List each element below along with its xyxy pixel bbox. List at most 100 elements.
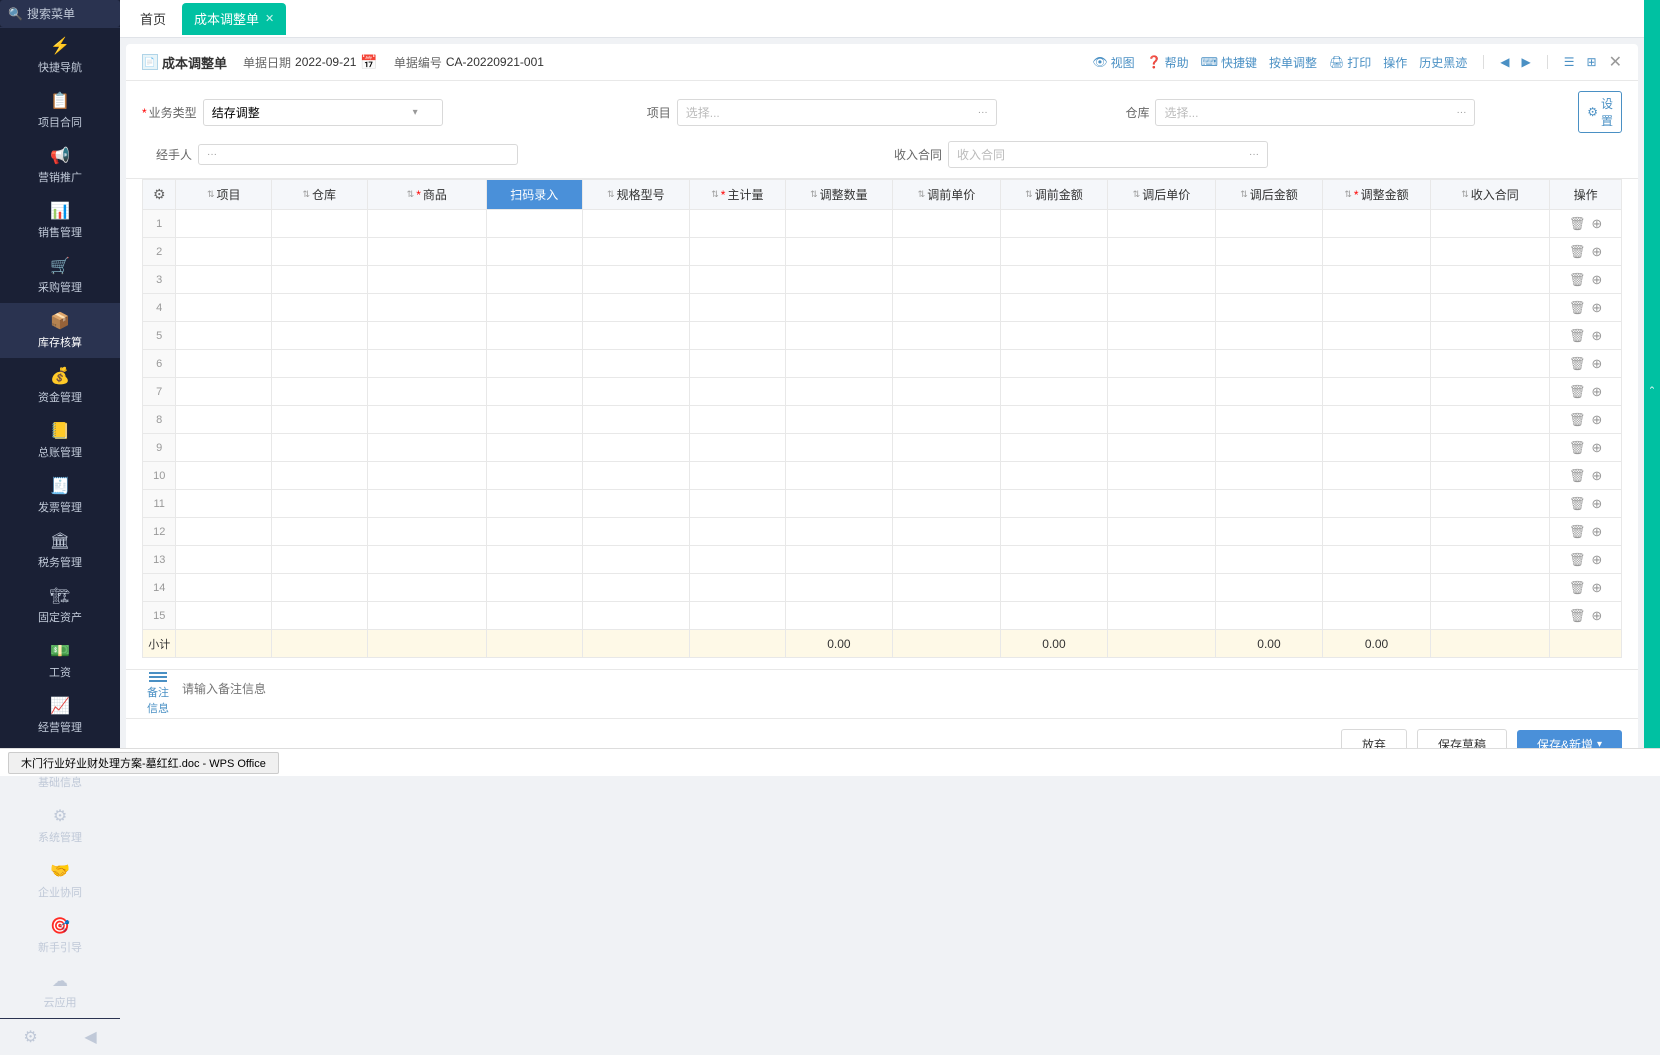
cell-post-unit-price[interactable] — [1108, 602, 1216, 630]
cell-post-amount[interactable] — [1215, 350, 1323, 378]
cell-pre-amount[interactable] — [1000, 574, 1108, 602]
sidebar-item-ledger[interactable]: 📒总账管理 — [0, 413, 120, 468]
taskbar-wps-item[interactable]: 木门行业好业财处理方案-墓红红.doc - WPS Office — [8, 752, 279, 774]
sidebar-item-operations[interactable]: 📈经营管理 — [0, 688, 120, 743]
cell-warehouse[interactable] — [272, 574, 368, 602]
cell-unit[interactable] — [690, 574, 786, 602]
cell-adjust-qty[interactable] — [785, 378, 893, 406]
tab-cost-adjust[interactable]: 成本调整单 ✕ — [182, 3, 286, 35]
cell-spec[interactable] — [582, 378, 690, 406]
cell-income-contract[interactable] — [1430, 462, 1549, 490]
sidebar-item-new-guide[interactable]: 🎯新手引导 — [0, 908, 120, 963]
cell-scan[interactable] — [487, 490, 583, 518]
cell-goods[interactable] — [367, 406, 486, 434]
cell-post-unit-price[interactable] — [1108, 210, 1216, 238]
delete-icon[interactable]: 🗑 — [1569, 552, 1586, 568]
cell-project[interactable] — [176, 378, 272, 406]
cell-post-amount[interactable] — [1215, 378, 1323, 406]
cell-scan[interactable] — [487, 602, 583, 630]
cell-adjust-amount[interactable] — [1323, 574, 1431, 602]
cell-scan[interactable] — [487, 518, 583, 546]
cell-income-contract[interactable] — [1430, 322, 1549, 350]
nav-prev-button[interactable]: ◀ — [1500, 55, 1509, 69]
cell-pre-amount[interactable] — [1000, 490, 1108, 518]
cell-scan[interactable] — [487, 350, 583, 378]
copy-icon[interactable]: ⊕ — [1591, 496, 1602, 512]
cell-post-unit-price[interactable] — [1108, 350, 1216, 378]
nav-next-button[interactable]: ▶ — [1522, 55, 1531, 69]
cell-adjust-qty[interactable] — [785, 294, 893, 322]
cell-project[interactable] — [176, 574, 272, 602]
cell-spec[interactable] — [582, 350, 690, 378]
cell-income-contract[interactable] — [1430, 518, 1549, 546]
income-contract-input[interactable]: 收入合同 ··· — [948, 141, 1268, 168]
copy-icon[interactable]: ⊕ — [1591, 300, 1602, 316]
sidebar-item-finance[interactable]: 💰资金管理 — [0, 358, 120, 413]
cell-post-unit-price[interactable] — [1108, 406, 1216, 434]
cell-spec[interactable] — [582, 266, 690, 294]
sidebar-item-marketing[interactable]: 📢营销推广 — [0, 138, 120, 193]
cell-adjust-qty[interactable] — [785, 602, 893, 630]
copy-icon[interactable]: ⊕ — [1591, 552, 1602, 568]
copy-icon[interactable]: ⊕ — [1591, 608, 1602, 624]
cell-post-unit-price[interactable] — [1108, 546, 1216, 574]
cell-goods[interactable] — [367, 602, 486, 630]
copy-icon[interactable]: ⊕ — [1591, 272, 1602, 288]
cell-pre-amount[interactable] — [1000, 462, 1108, 490]
cell-post-amount[interactable] — [1215, 238, 1323, 266]
cell-unit[interactable] — [690, 406, 786, 434]
view-button[interactable]: 👁 视图 — [1092, 54, 1134, 71]
cell-pre-unit-price[interactable] — [893, 462, 1001, 490]
cell-scan[interactable] — [487, 462, 583, 490]
cell-pre-unit-price[interactable] — [893, 518, 1001, 546]
delete-icon[interactable]: 🗑 — [1569, 384, 1586, 400]
cell-scan[interactable] — [487, 434, 583, 462]
delete-icon[interactable]: 🗑 — [1569, 440, 1586, 456]
notes-input[interactable] — [182, 678, 1622, 700]
sidebar-item-tax[interactable]: 🏛税务管理 — [0, 523, 120, 578]
cell-pre-unit-price[interactable] — [893, 238, 1001, 266]
cell-income-contract[interactable] — [1430, 434, 1549, 462]
copy-icon[interactable]: ⊕ — [1591, 384, 1602, 400]
cell-adjust-qty[interactable] — [785, 266, 893, 294]
cell-project[interactable] — [176, 350, 272, 378]
cell-goods[interactable] — [367, 210, 486, 238]
cell-pre-unit-price[interactable] — [893, 490, 1001, 518]
cell-scan[interactable] — [487, 378, 583, 406]
cell-post-amount[interactable] — [1215, 434, 1323, 462]
cell-goods[interactable] — [367, 266, 486, 294]
cell-income-contract[interactable] — [1430, 350, 1549, 378]
cell-pre-amount[interactable] — [1000, 210, 1108, 238]
cell-warehouse[interactable] — [272, 546, 368, 574]
cell-scan[interactable] — [487, 546, 583, 574]
cell-unit[interactable] — [690, 490, 786, 518]
cell-spec[interactable] — [582, 322, 690, 350]
copy-icon[interactable]: ⊕ — [1591, 580, 1602, 596]
cell-warehouse[interactable] — [272, 490, 368, 518]
print-button[interactable]: 🖨 打印 — [1329, 54, 1371, 71]
cell-pre-amount[interactable] — [1000, 322, 1108, 350]
close-form-button[interactable]: ✕ — [1609, 52, 1622, 72]
cell-adjust-amount[interactable] — [1323, 378, 1431, 406]
th-scan[interactable]: 扫码录入 — [487, 180, 583, 210]
cell-warehouse[interactable] — [272, 602, 368, 630]
cell-unit[interactable] — [690, 462, 786, 490]
cell-pre-amount[interactable] — [1000, 546, 1108, 574]
cell-scan[interactable] — [487, 294, 583, 322]
cell-post-unit-price[interactable] — [1108, 238, 1216, 266]
cell-adjust-amount[interactable] — [1323, 294, 1431, 322]
cell-unit[interactable] — [690, 238, 786, 266]
cell-spec[interactable] — [582, 406, 690, 434]
cell-scan[interactable] — [487, 210, 583, 238]
cell-pre-unit-price[interactable] — [893, 322, 1001, 350]
cell-pre-unit-price[interactable] — [893, 378, 1001, 406]
cell-adjust-amount[interactable] — [1323, 210, 1431, 238]
cell-warehouse[interactable] — [272, 350, 368, 378]
cell-pre-unit-price[interactable] — [893, 546, 1001, 574]
cell-pre-unit-price[interactable] — [893, 266, 1001, 294]
operate-button[interactable]: 操作 — [1383, 54, 1407, 71]
layout-button[interactable]: ☰ — [1564, 55, 1575, 69]
cell-warehouse[interactable] — [272, 210, 368, 238]
search-menu-button[interactable]: 🔍 搜索菜单 — [0, 0, 120, 27]
sidebar-item-sales[interactable]: 📊销售管理 — [0, 193, 120, 248]
